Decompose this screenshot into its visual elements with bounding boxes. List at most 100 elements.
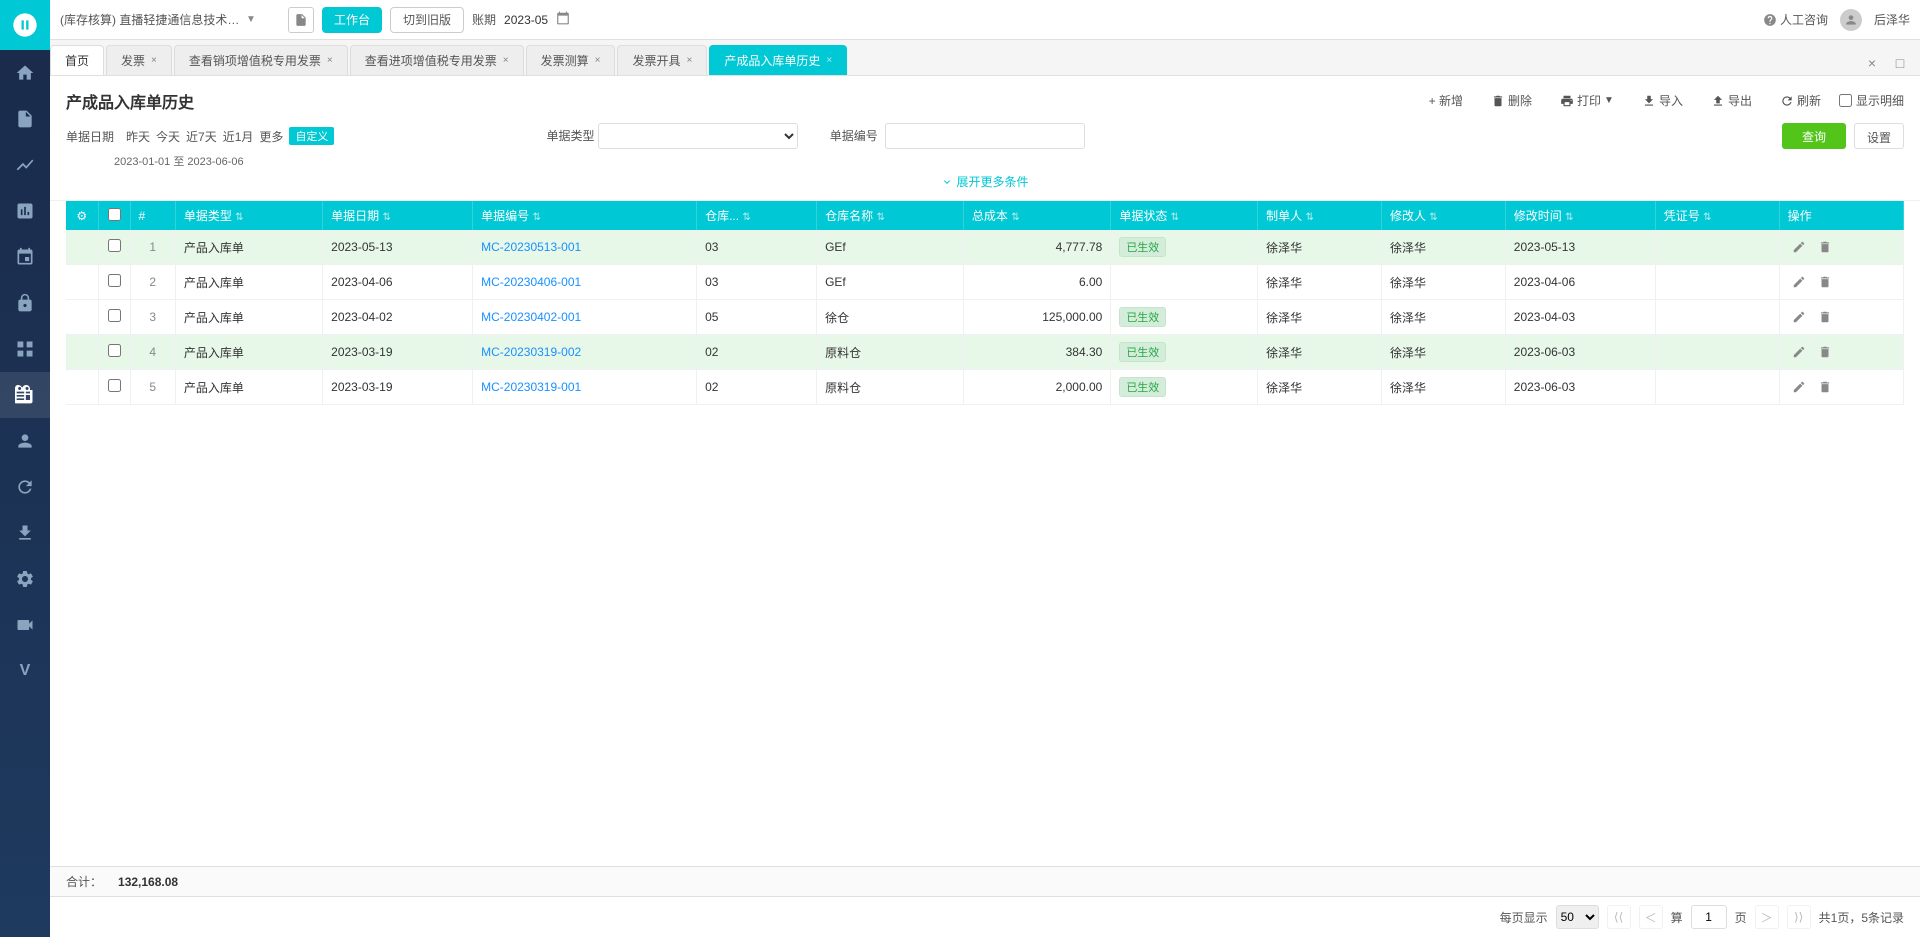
- sidebar-item-home[interactable]: [0, 50, 50, 96]
- dropdown-icon[interactable]: ▼: [246, 14, 256, 25]
- sidebar-item-upload[interactable]: [0, 510, 50, 556]
- page-size-select[interactable]: 20 50 100: [1556, 905, 1599, 929]
- select-all-checkbox[interactable]: [108, 208, 121, 221]
- col-voucher-no[interactable]: 凭证号 ⇅: [1655, 201, 1779, 230]
- doc-no-link[interactable]: MC-20230319-002: [481, 345, 581, 359]
- support-label[interactable]: 人工咨询: [1763, 11, 1828, 28]
- old-version-button[interactable]: 切到旧版: [390, 7, 464, 33]
- row-select-checkbox[interactable]: [108, 274, 121, 287]
- tab-check-purchase-close[interactable]: ×: [503, 55, 509, 66]
- row-doc-no[interactable]: MC-20230319-002: [473, 335, 697, 370]
- refresh-button[interactable]: 刷新: [1770, 88, 1831, 113]
- shortcut-1month[interactable]: 近1月: [223, 128, 254, 145]
- table-row[interactable]: 5 产品入库单 2023-03-19 MC-20230319-001 02 原料…: [66, 370, 1904, 405]
- tab-home[interactable]: 首页: [50, 45, 104, 75]
- sidebar-item-inventory[interactable]: [0, 372, 50, 418]
- col-modify-time[interactable]: 修改时间 ⇅: [1505, 201, 1655, 230]
- doc-no-link[interactable]: MC-20230319-001: [481, 380, 581, 394]
- row-doc-no[interactable]: MC-20230513-001: [473, 230, 697, 265]
- col-modifier[interactable]: 修改人 ⇅: [1381, 201, 1505, 230]
- doc-no-link[interactable]: MC-20230406-001: [481, 275, 581, 289]
- import-button[interactable]: 导入: [1632, 88, 1693, 113]
- sidebar-item-analytics[interactable]: [0, 188, 50, 234]
- sidebar-item-grid[interactable]: [0, 326, 50, 372]
- col-total-cost[interactable]: 总成本 ⇅: [963, 201, 1110, 230]
- tab-check-purchase[interactable]: 查看进项增值税专用发票 ×: [350, 45, 524, 75]
- tab-invoice-close[interactable]: ×: [151, 55, 157, 66]
- col-creator[interactable]: 制单人 ⇅: [1258, 201, 1382, 230]
- sidebar-item-user[interactable]: [0, 418, 50, 464]
- shortcut-today[interactable]: 今天: [156, 128, 180, 145]
- row-settings[interactable]: [66, 370, 98, 405]
- maximize-window-button[interactable]: □: [1888, 51, 1912, 75]
- row-delete-button[interactable]: [1814, 306, 1836, 328]
- new-button[interactable]: + 新增: [1419, 88, 1473, 113]
- export-button[interactable]: 导出: [1701, 88, 1762, 113]
- col-doc-status[interactable]: 单据状态 ⇅: [1111, 201, 1258, 230]
- query-button[interactable]: 查询: [1782, 123, 1846, 149]
- doc-no-input[interactable]: [885, 123, 1085, 149]
- row-edit-button[interactable]: [1788, 306, 1810, 328]
- table-row[interactable]: 1 产品入库单 2023-05-13 MC-20230513-001 03 GE…: [66, 230, 1904, 265]
- tab-product-history[interactable]: 产成品入库单历史 ×: [709, 45, 847, 75]
- row-select-checkbox[interactable]: [108, 239, 121, 252]
- doc-type-select[interactable]: 产品入库单: [598, 123, 798, 149]
- tab-invoice-calc[interactable]: 发票测算 ×: [526, 45, 616, 75]
- row-checkbox[interactable]: [98, 335, 130, 370]
- prev-page-button[interactable]: ＜: [1639, 905, 1663, 929]
- row-checkbox[interactable]: [98, 370, 130, 405]
- tab-invoice[interactable]: 发票 ×: [106, 45, 172, 75]
- settings-button[interactable]: 设置: [1854, 123, 1904, 149]
- workbench-button[interactable]: 工作台: [322, 7, 382, 33]
- print-button[interactable]: 打印 ▼: [1550, 88, 1624, 113]
- last-page-button[interactable]: ⟩⟩: [1787, 905, 1811, 929]
- doc-icon[interactable]: [288, 7, 314, 33]
- doc-no-link[interactable]: MC-20230513-001: [481, 240, 581, 254]
- shortcut-more[interactable]: 更多: [259, 128, 283, 145]
- row-doc-no[interactable]: MC-20230406-001: [473, 265, 697, 300]
- tab-invoice-calc-close[interactable]: ×: [595, 55, 601, 66]
- col-checkbox-header[interactable]: [98, 201, 130, 230]
- tab-invoice-open[interactable]: 发票开具 ×: [617, 45, 707, 75]
- row-select-checkbox[interactable]: [108, 309, 121, 322]
- col-warehouse-code[interactable]: 仓库... ⇅: [697, 201, 817, 230]
- row-doc-no[interactable]: MC-20230319-001: [473, 370, 697, 405]
- sidebar-item-chart[interactable]: [0, 142, 50, 188]
- page-input[interactable]: [1691, 905, 1727, 929]
- doc-no-link[interactable]: MC-20230402-001: [481, 310, 581, 324]
- shortcut-yesterday[interactable]: 昨天: [126, 128, 150, 145]
- calendar-icon[interactable]: [556, 11, 570, 28]
- col-warehouse-name[interactable]: 仓库名称 ⇅: [817, 201, 964, 230]
- row-select-checkbox[interactable]: [108, 344, 121, 357]
- sidebar-item-v[interactable]: V: [0, 648, 50, 694]
- row-edit-button[interactable]: [1788, 341, 1810, 363]
- row-settings[interactable]: [66, 265, 98, 300]
- row-checkbox[interactable]: [98, 230, 130, 265]
- shortcut-7days[interactable]: 近7天: [186, 128, 217, 145]
- row-checkbox[interactable]: [98, 300, 130, 335]
- row-edit-button[interactable]: [1788, 271, 1810, 293]
- show-detail-checkbox-label[interactable]: 显示明细: [1839, 92, 1904, 109]
- close-window-button[interactable]: ×: [1860, 51, 1884, 75]
- row-settings[interactable]: [66, 230, 98, 265]
- tab-check-sale-close[interactable]: ×: [327, 55, 333, 66]
- first-page-button[interactable]: ⟨⟨: [1607, 905, 1631, 929]
- expand-filter-button[interactable]: 展开更多条件: [941, 173, 1028, 190]
- row-edit-button[interactable]: [1788, 236, 1810, 258]
- delete-button[interactable]: 删除: [1481, 88, 1542, 113]
- row-edit-button[interactable]: [1788, 376, 1810, 398]
- row-select-checkbox[interactable]: [108, 379, 121, 392]
- col-doc-no[interactable]: 单据编号 ⇅: [473, 201, 697, 230]
- next-page-button[interactable]: ＞: [1755, 905, 1779, 929]
- col-settings[interactable]: ⚙: [66, 201, 98, 230]
- tab-product-history-close[interactable]: ×: [826, 55, 832, 66]
- table-row[interactable]: 4 产品入库单 2023-03-19 MC-20230319-002 02 原料…: [66, 335, 1904, 370]
- row-delete-button[interactable]: [1814, 376, 1836, 398]
- row-doc-no[interactable]: MC-20230402-001: [473, 300, 697, 335]
- sidebar-item-lock[interactable]: [0, 280, 50, 326]
- tab-check-sale[interactable]: 查看销项增值税专用发票 ×: [174, 45, 348, 75]
- row-delete-button[interactable]: [1814, 271, 1836, 293]
- app-logo[interactable]: [0, 0, 50, 50]
- row-delete-button[interactable]: [1814, 236, 1836, 258]
- row-checkbox[interactable]: [98, 265, 130, 300]
